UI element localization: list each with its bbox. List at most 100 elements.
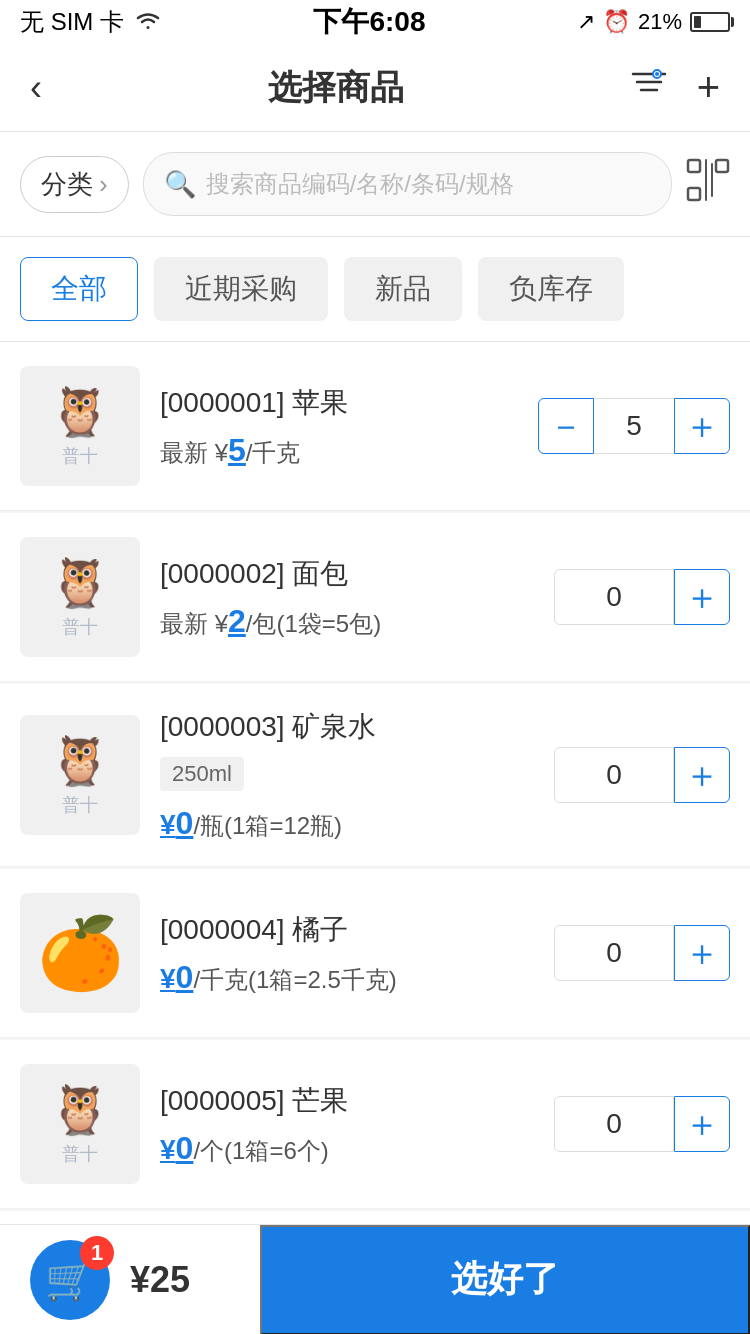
increase-button[interactable]: ＋ [674, 569, 730, 625]
product-price: ¥0/瓶(1箱=12瓶) [160, 805, 534, 842]
tab-all[interactable]: 全部 [20, 257, 138, 321]
category-chevron: › [99, 169, 108, 200]
cart-section: 🛒 1 ¥25 [0, 1240, 260, 1320]
price-currency: ¥ [160, 809, 176, 840]
product-image-0000002: 🦉 普十 [20, 537, 140, 657]
product-list: 🦉 普十 [0000001] 苹果 最新 ¥5/千克 － ＋ 🦉 普十 [000… [0, 342, 750, 1334]
list-item: 🍊 [0000004] 橘子 ¥0/千克(1箱=2.5千克) 0 ＋ [0, 869, 750, 1038]
product-info-0000004: [0000004] 橘子 ¥0/千克(1箱=2.5千克) [160, 911, 534, 996]
owl-icon: 🦉 [50, 1082, 110, 1138]
location-icon: ↗ [577, 9, 595, 35]
price-value: 0 [176, 959, 194, 995]
add-button[interactable]: + [697, 65, 720, 110]
product-name: [0000004] 橘子 [160, 911, 534, 949]
status-left: 无 SIM 卡 [20, 6, 162, 38]
price-value: 2 [228, 603, 246, 639]
tab-new[interactable]: 新品 [344, 257, 462, 321]
placeholder-owl: 🦉 普十 [50, 555, 110, 639]
quantity-display: 0 [554, 569, 674, 625]
svg-point-4 [655, 72, 659, 76]
placeholder-owl: 🦉 普十 [50, 384, 110, 468]
tab-bar: 全部 近期采购 新品 负库存 [0, 237, 750, 342]
brand-text: 普十 [62, 793, 98, 817]
tab-negative[interactable]: 负库存 [478, 257, 624, 321]
product-price: ¥0/千克(1箱=2.5千克) [160, 959, 534, 996]
increase-button[interactable]: ＋ [674, 1096, 730, 1152]
svg-rect-5 [688, 160, 700, 172]
list-item: 🦉 普十 [0000003] 矿泉水 250ml ¥0/瓶(1箱=12瓶) 0 … [0, 684, 750, 867]
brand-text: 普十 [62, 1142, 98, 1166]
list-item: 🦉 普十 [0000001] 苹果 最新 ¥5/千克 － ＋ [0, 342, 750, 511]
price-value: 0 [176, 1130, 194, 1166]
product-price: 最新 ¥5/千克 [160, 432, 518, 469]
filter-bar: 分类 › 🔍 搜索商品编码/名称/条码/规格 [0, 132, 750, 237]
battery-icon [690, 12, 730, 32]
price-value: 0 [176, 805, 194, 841]
filter-icon[interactable] [631, 68, 667, 108]
product-info-0000001: [0000001] 苹果 最新 ¥5/千克 [160, 384, 518, 469]
quantity-control-0000002: 0 ＋ [554, 569, 730, 625]
product-info-0000005: [0000005] 芒果 ¥0/个(1箱=6个) [160, 1082, 534, 1167]
quantity-display: 0 [554, 925, 674, 981]
carrier-text: 无 SIM 卡 [20, 6, 124, 38]
nav-actions: + [631, 65, 720, 110]
quantity-input[interactable] [594, 398, 674, 454]
product-image-0000005: 🦉 普十 [20, 1064, 140, 1184]
search-box[interactable]: 🔍 搜索商品编码/名称/条码/规格 [143, 152, 672, 216]
product-name: [0000005] 芒果 [160, 1082, 534, 1120]
battery-percent: 21% [638, 9, 682, 35]
list-item: 🦉 普十 [0000002] 面包 最新 ¥2/包(1袋=5包) 0 ＋ [0, 513, 750, 682]
increase-button[interactable]: ＋ [674, 747, 730, 803]
back-button[interactable]: ‹ [30, 67, 42, 109]
product-price: ¥0/个(1箱=6个) [160, 1130, 534, 1167]
tab-recent[interactable]: 近期采购 [154, 257, 328, 321]
placeholder-owl: 🦉 普十 [50, 733, 110, 817]
status-bar: 无 SIM 卡 下午6:08 ↗ ⏰ 21% [0, 0, 750, 44]
bottom-bar: 🛒 1 ¥25 选好了 [0, 1224, 750, 1334]
category-label: 分类 [41, 167, 93, 202]
spec-tag: 250ml [160, 757, 244, 791]
svg-rect-7 [688, 188, 700, 200]
increase-button[interactable]: ＋ [674, 925, 730, 981]
increase-button[interactable]: ＋ [674, 398, 730, 454]
confirm-button[interactable]: 选好了 [260, 1225, 750, 1335]
cart-total: ¥25 [130, 1259, 190, 1301]
product-image-0000001: 🦉 普十 [20, 366, 140, 486]
product-price: 最新 ¥2/包(1袋=5包) [160, 603, 534, 640]
search-icon: 🔍 [164, 169, 196, 200]
quantity-control-0000005: 0 ＋ [554, 1096, 730, 1152]
status-right: ↗ ⏰ 21% [577, 9, 730, 35]
quantity-control-0000001: － ＋ [538, 398, 730, 454]
quantity-display: 0 [554, 1096, 674, 1152]
price-unit: /瓶(1箱=12瓶) [193, 812, 342, 839]
product-name: [0000003] 矿泉水 [160, 708, 534, 746]
wifi-icon [134, 8, 162, 36]
cart-icon-button[interactable]: 🛒 1 [30, 1240, 110, 1320]
list-item: 🦉 普十 [0000005] 芒果 ¥0/个(1箱=6个) 0 ＋ [0, 1040, 750, 1209]
product-image-0000004: 🍊 [20, 893, 140, 1013]
owl-icon: 🦉 [50, 733, 110, 789]
product-name: [0000002] 面包 [160, 555, 534, 593]
decrease-button[interactable]: － [538, 398, 594, 454]
category-button[interactable]: 分类 › [20, 156, 129, 213]
price-label: 最新 ¥ [160, 610, 228, 637]
status-time: 下午6:08 [313, 3, 425, 41]
product-name: [0000001] 苹果 [160, 384, 518, 422]
cart-badge: 1 [80, 1236, 114, 1270]
placeholder-owl: 🦉 普十 [50, 1082, 110, 1166]
product-image-0000003: 🦉 普十 [20, 715, 140, 835]
price-label: 最新 ¥ [160, 439, 228, 466]
quantity-display: 0 [554, 747, 674, 803]
price-unit: /个(1箱=6个) [193, 1137, 328, 1164]
price-value: 5 [228, 432, 246, 468]
svg-rect-6 [716, 160, 728, 172]
brand-text: 普十 [62, 615, 98, 639]
scan-icon[interactable] [686, 158, 730, 211]
nav-bar: ‹ 选择商品 + [0, 44, 750, 132]
quantity-control-0000004: 0 ＋ [554, 925, 730, 981]
brand-text: 普十 [62, 444, 98, 468]
page-title: 选择商品 [268, 65, 404, 111]
price-unit: /包(1袋=5包) [246, 610, 381, 637]
price-unit: /千克(1箱=2.5千克) [193, 966, 396, 993]
product-info-0000002: [0000002] 面包 最新 ¥2/包(1袋=5包) [160, 555, 534, 640]
